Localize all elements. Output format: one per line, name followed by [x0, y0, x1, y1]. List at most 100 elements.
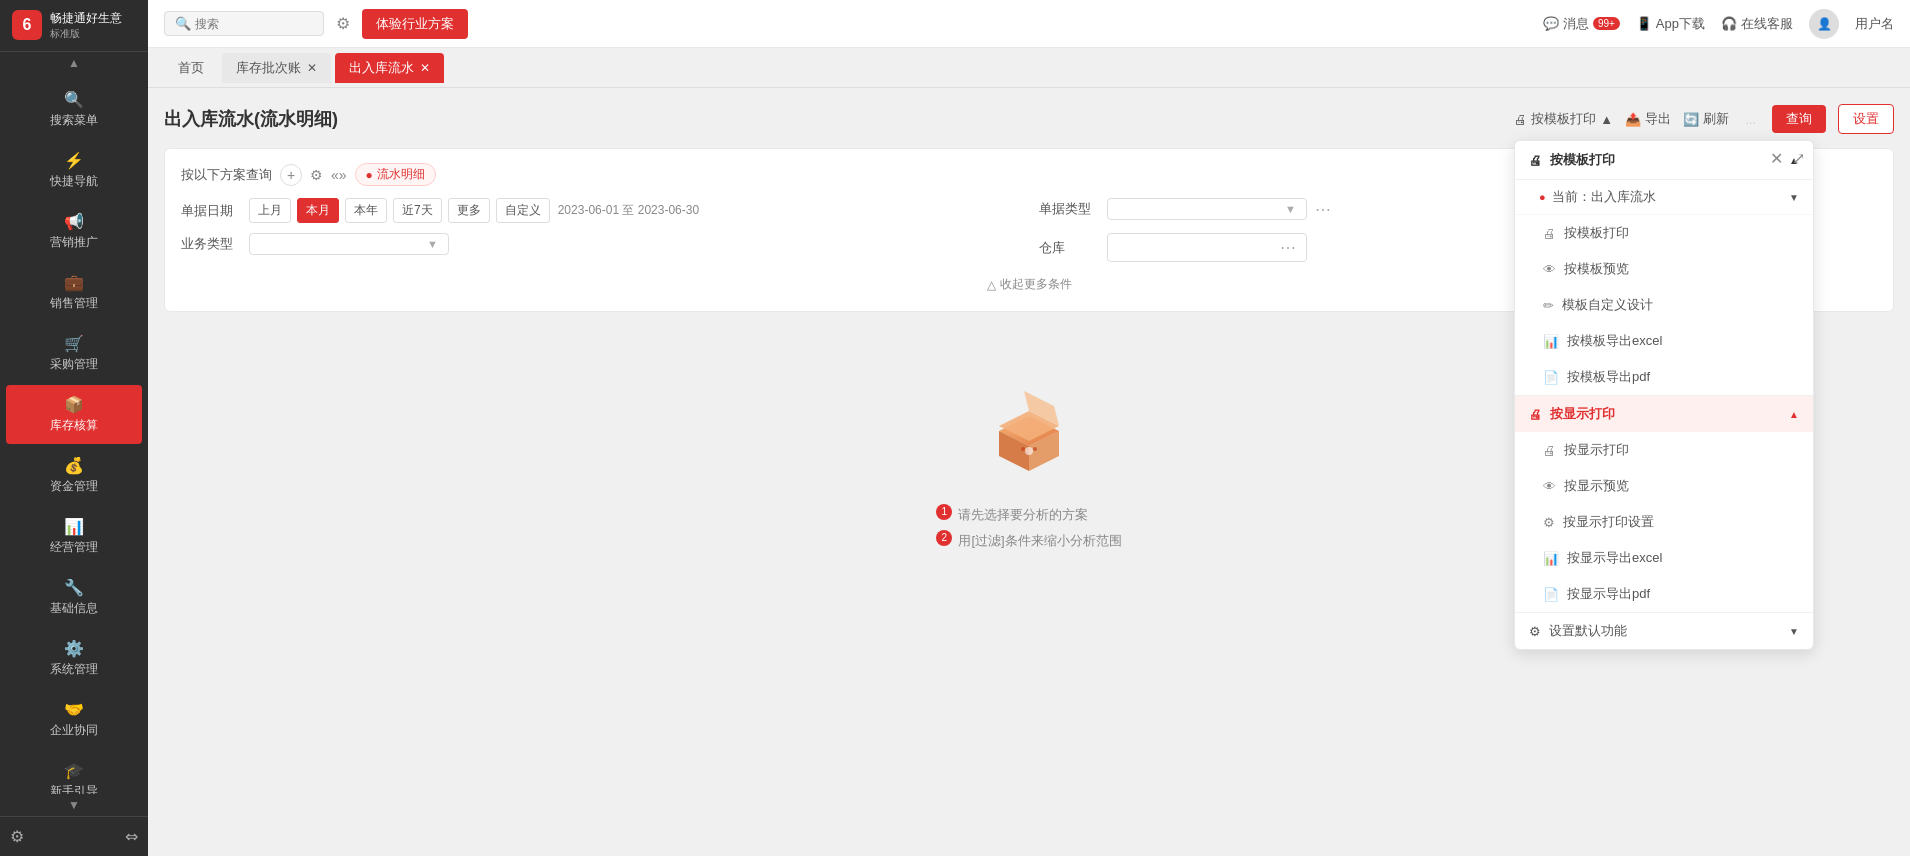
inventory-icon: 📦 — [64, 395, 84, 414]
tab-batch[interactable]: 库存批次账 ✕ — [222, 53, 331, 83]
marketing-icon: 📢 — [64, 212, 84, 231]
date-btn-this-year[interactable]: 本年 — [345, 198, 387, 223]
basic-icon: 🔧 — [64, 578, 84, 597]
date-btn-custom[interactable]: 自定义 — [496, 198, 550, 223]
date-btn-more[interactable]: 更多 — [448, 198, 490, 223]
chevron-down-icon: ▼ — [427, 238, 438, 250]
tab-flow-close[interactable]: ✕ — [420, 61, 430, 75]
template-preview-icon: 👁 — [1543, 262, 1556, 277]
business-type-select[interactable]: ▼ — [249, 233, 449, 255]
warehouse-more-icon[interactable]: ⋯ — [1280, 238, 1296, 257]
warehouse-label: 仓库 — [1039, 239, 1099, 257]
template-print-button[interactable]: 🖨 按模板打印 ▲ — [1514, 110, 1613, 128]
sidebar-item-label: 搜索菜单 — [50, 112, 98, 129]
refresh-button[interactable]: 🔄 刷新 — [1683, 110, 1729, 128]
tab-batch-close[interactable]: ✕ — [307, 61, 317, 75]
template-design-item[interactable]: ✏ 模板自定义设计 — [1515, 287, 1813, 323]
collapse-label: 收起更多条件 — [1000, 276, 1072, 293]
header-search[interactable]: 🔍 — [164, 11, 324, 36]
business-type-label: 业务类型 — [181, 235, 241, 253]
display-print-item[interactable]: 🖨 按显示打印 — [1515, 432, 1813, 468]
print-icon: 🖨 — [1514, 112, 1527, 127]
sidebar-item-basic[interactable]: 🔧 基础信息 — [6, 568, 142, 627]
sidebar-item-shortcut[interactable]: ⚡ 快捷导航 — [6, 141, 142, 200]
online-service-button[interactable]: 🎧 在线客服 — [1721, 15, 1793, 33]
app-download-button[interactable]: 📱 App下载 — [1636, 15, 1705, 33]
app-version: 标准版 — [50, 27, 122, 41]
settings-button[interactable]: 设置 — [1838, 104, 1894, 134]
section2-chevron-icon: ▲ — [1789, 409, 1799, 420]
search-input[interactable] — [195, 17, 313, 31]
display-settings-icon: ⚙ — [1543, 515, 1555, 530]
sidebar-scroll-up[interactable]: ▲ — [0, 52, 148, 74]
tab-batch-label: 库存批次账 — [236, 59, 301, 77]
sidebar-item-enterprise[interactable]: 🤝 企业协同 — [6, 690, 142, 749]
sidebar-item-label: 营销推广 — [50, 234, 98, 251]
sidebar-item-guide[interactable]: 🎓 新手引导 — [6, 751, 142, 794]
display-export-pdf-item[interactable]: 📄 按显示导出pdf — [1515, 576, 1813, 612]
phone-icon: 📱 — [1636, 16, 1652, 31]
date-btn-7days[interactable]: 近7天 — [393, 198, 442, 223]
display-print-section-header[interactable]: 🖨 按显示打印 ▲ — [1515, 396, 1813, 432]
main-content: 🔍 ⚙ 体验行业方案 💬 消息 99+ 📱 App下载 🎧 在线客服 👤 — [148, 0, 1910, 856]
message-button[interactable]: 💬 消息 99+ — [1543, 15, 1620, 33]
filter-tag: ● 流水明细 — [355, 163, 436, 186]
tab-home[interactable]: 首页 — [164, 53, 218, 83]
tab-bar: 首页 库存批次账 ✕ 出入库流水 ✕ — [148, 48, 1910, 88]
tab-flow-label: 出入库流水 — [349, 59, 414, 77]
trial-button[interactable]: 体验行业方案 — [362, 9, 468, 39]
warehouse-select[interactable]: ⋯ — [1107, 233, 1307, 262]
sidebar-scroll-down[interactable]: ▼ — [0, 794, 148, 816]
refresh-icon: 🔄 — [1683, 112, 1699, 127]
filter-settings-icon[interactable]: ⚙ — [310, 167, 323, 183]
template-preview-item[interactable]: 👁 按模板预览 — [1515, 251, 1813, 287]
sidebar-item-search[interactable]: 🔍 搜索菜单 — [6, 80, 142, 139]
display-pdf-icon: 📄 — [1543, 587, 1559, 602]
set-default-button[interactable]: ⚙ 设置默认功能 ▼ — [1515, 612, 1813, 649]
sidebar-item-operation[interactable]: 📊 经营管理 — [6, 507, 142, 566]
display-print-section-label: 按显示打印 — [1550, 405, 1615, 423]
settings-icon[interactable]: ⚙ — [10, 827, 24, 846]
tab-home-label: 首页 — [178, 59, 204, 77]
query-button[interactable]: 查询 — [1772, 105, 1826, 133]
dropdown-close-icon[interactable]: ✕ — [1770, 149, 1783, 168]
current-template-label: 当前：出入库流水 — [1552, 188, 1656, 206]
user-avatar[interactable]: 👤 — [1809, 9, 1839, 39]
template-print-item[interactable]: 🖨 按模板打印 — [1515, 215, 1813, 251]
sidebar-item-inventory[interactable]: 📦 库存核算 — [6, 385, 142, 444]
gear-icon[interactable]: ⚙ — [336, 14, 350, 33]
voucher-more-icon[interactable]: ⋯ — [1315, 200, 1331, 219]
system-icon: ⚙️ — [64, 639, 84, 658]
display-print-settings-item[interactable]: ⚙ 按显示打印设置 — [1515, 504, 1813, 540]
template-print-item-label: 按模板打印 — [1564, 224, 1629, 242]
message-icon: 💬 — [1543, 16, 1559, 31]
print-dropdown-panel: ✕ ⤢ 🖨 按模板打印 ▲ ● 当前：出入库流水 — [1514, 140, 1814, 650]
display-print-icon: 🖨 — [1529, 407, 1542, 422]
filter-add-button[interactable]: + — [280, 164, 302, 186]
collapse-icon[interactable]: ⇔ — [125, 827, 138, 846]
template-export-excel-item[interactable]: 📊 按模板导出excel — [1515, 323, 1813, 359]
sidebar-item-marketing[interactable]: 📢 营销推广 — [6, 202, 142, 261]
tip-item-2: 2 用[过滤]条件来缩小分析范围 — [936, 528, 1121, 554]
sidebar-item-system[interactable]: ⚙️ 系统管理 — [6, 629, 142, 688]
export-button[interactable]: 📤 导出 — [1625, 110, 1671, 128]
sidebar-item-purchase[interactable]: 🛒 采购管理 — [6, 324, 142, 383]
date-btn-this-month[interactable]: 本月 — [297, 198, 339, 223]
filter-collapse-icon[interactable]: «» — [331, 167, 347, 183]
date-btn-last-month[interactable]: 上月 — [249, 198, 291, 223]
dropdown-expand-icon[interactable]: ⤢ — [1792, 149, 1805, 168]
display-preview-item[interactable]: 👁 按显示预览 — [1515, 468, 1813, 504]
current-template-item[interactable]: ● 当前：出入库流水 ▼ — [1515, 180, 1813, 215]
tab-flow[interactable]: 出入库流水 ✕ — [335, 53, 444, 83]
display-export-excel-item[interactable]: 📊 按显示导出excel — [1515, 540, 1813, 576]
svg-point-7 — [1033, 447, 1037, 451]
sidebar-item-sales[interactable]: 💼 销售管理 — [6, 263, 142, 322]
template-design-icon: ✏ — [1543, 298, 1554, 313]
search-icon: 🔍 — [64, 90, 84, 109]
voucher-type-label: 单据类型 — [1039, 200, 1099, 218]
voucher-type-select[interactable]: ▼ — [1107, 198, 1307, 220]
sidebar-item-finance[interactable]: 💰 资金管理 — [6, 446, 142, 505]
empty-tips: 1 请先选择要分析的方案 2 用[过滤]条件来缩小分析范围 — [936, 502, 1121, 554]
template-export-pdf-item[interactable]: 📄 按模板导出pdf — [1515, 359, 1813, 395]
template-print-section-header[interactable]: 🖨 按模板打印 ▲ — [1515, 141, 1813, 180]
